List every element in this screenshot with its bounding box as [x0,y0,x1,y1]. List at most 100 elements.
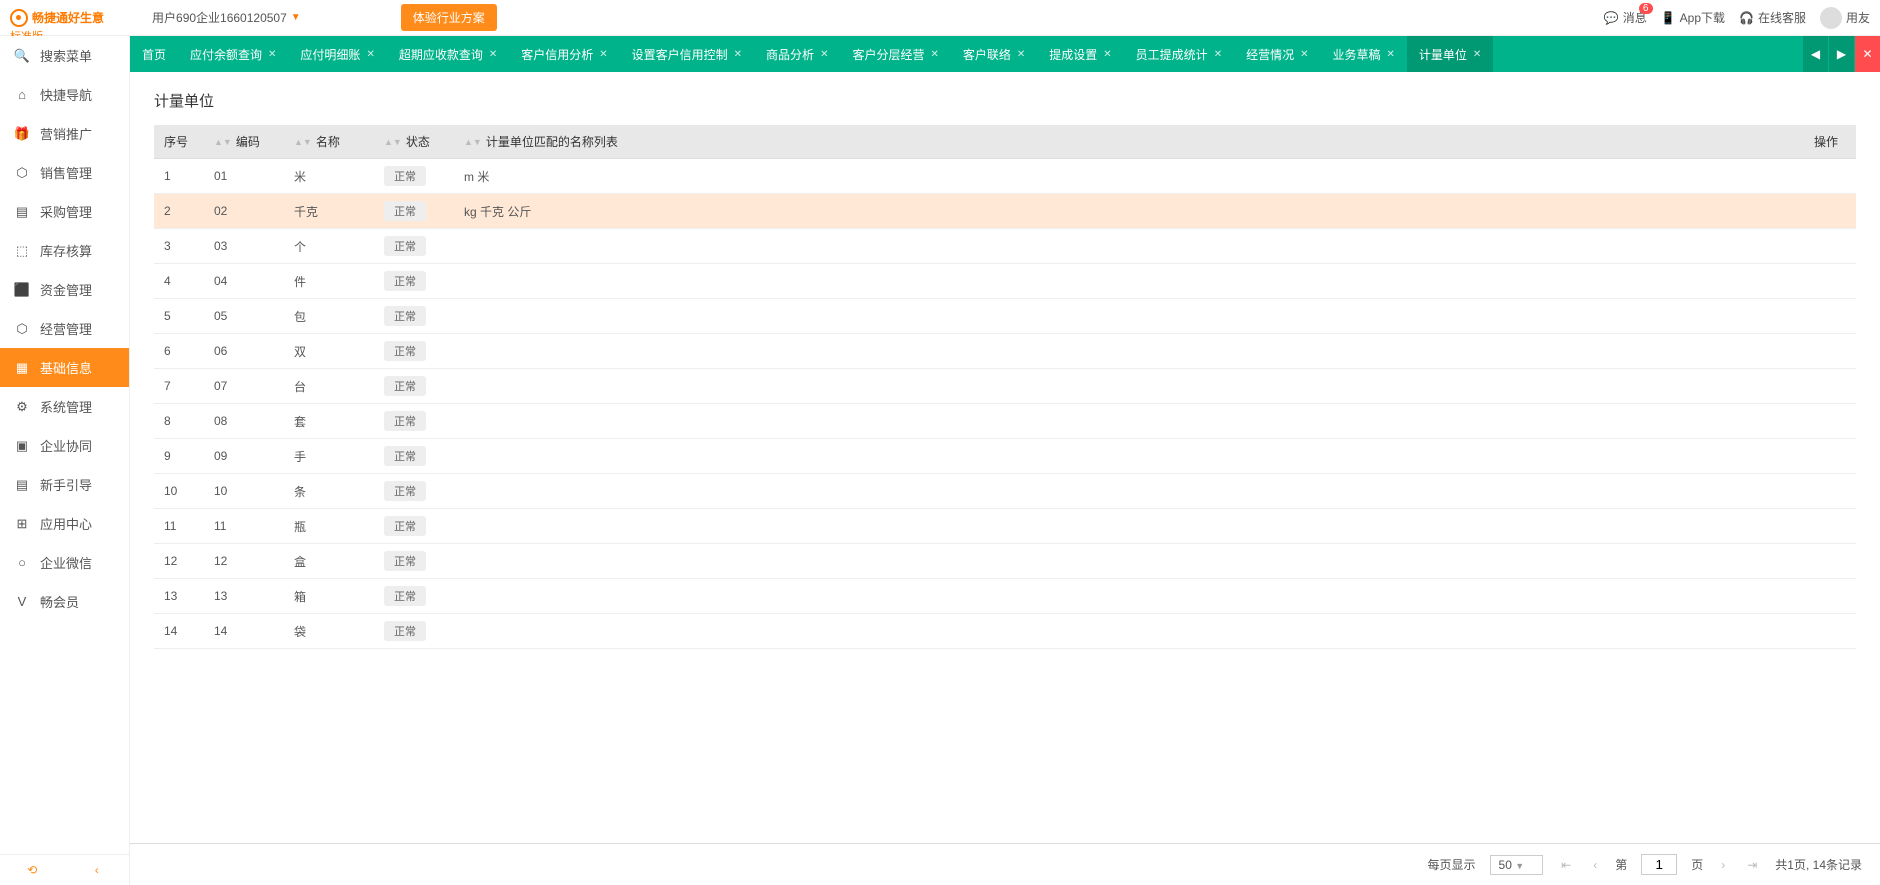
cell-seq: 10 [154,474,204,509]
close-icon[interactable]: ✕ [1387,49,1395,60]
tab[interactable]: 设置客户信用控制✕ [620,36,754,72]
close-icon[interactable]: ✕ [489,49,497,60]
cell-action[interactable] [1796,299,1856,334]
cell-action[interactable] [1796,509,1856,544]
sidebar-item-info[interactable]: ▦基础信息 [0,348,129,387]
table-row[interactable]: 8 08 套 正常 [154,404,1856,439]
col-name[interactable]: ▲▼名称 [284,125,374,159]
tab[interactable]: 首页 [130,36,178,72]
tab[interactable]: 客户联络✕ [951,36,1037,72]
close-icon[interactable]: ✕ [366,49,374,60]
message-link[interactable]: 💬 消息 6 [1604,9,1647,26]
close-icon[interactable]: ✕ [1017,49,1025,60]
table-row[interactable]: 9 09 手 正常 [154,439,1856,474]
cell-action[interactable] [1796,264,1856,299]
cell-action[interactable] [1796,439,1856,474]
sidebar-item-wallet[interactable]: ⬛资金管理 [0,270,129,309]
user-menu[interactable]: 用友 [1820,7,1870,29]
sidebar-item-cart[interactable]: ⬡销售管理 [0,153,129,192]
table-row[interactable]: 6 06 双 正常 [154,334,1856,369]
cell-action[interactable] [1796,579,1856,614]
close-icon[interactable]: ✕ [1103,49,1111,60]
sidebar-item-doc[interactable]: ▤采购管理 [0,192,129,231]
table-row[interactable]: 10 10 条 正常 [154,474,1856,509]
sidebar-item-gift[interactable]: 🎁营销推广 [0,114,129,153]
cell-action[interactable] [1796,159,1856,194]
sidebar-footer-right[interactable]: ‹ [65,855,130,885]
cell-action[interactable] [1796,194,1856,229]
close-icon[interactable]: ✕ [599,49,607,60]
sidebar-item-search[interactable]: 🔍搜索菜单 [0,36,129,75]
sidebar-item-vip[interactable]: V畅会员 [0,582,129,621]
sidebar-item-team[interactable]: ▣企业协同 [0,426,129,465]
table-row[interactable]: 14 14 袋 正常 [154,614,1856,649]
table-row[interactable]: 11 11 瓶 正常 [154,509,1856,544]
unit-table: 序号 ▲▼编码 ▲▼名称 ▲▼状态 ▲▼计量单位匹配的名称列表 操作 1 01 … [154,125,1856,649]
table-row[interactable]: 13 13 箱 正常 [154,579,1856,614]
col-status[interactable]: ▲▼状态 [374,125,454,159]
sidebar-item-apps[interactable]: ⊞应用中心 [0,504,129,543]
pager-first[interactable]: ⇤ [1557,858,1575,872]
tab[interactable]: 商品分析✕ [754,36,840,72]
tab-close-all[interactable]: ✕ [1854,36,1880,72]
tab[interactable]: 员工提成统计✕ [1124,36,1234,72]
table-row[interactable]: 1 01 米 正常 m 米 [154,159,1856,194]
sidebar-item-label: 搜索菜单 [40,46,92,65]
tab[interactable]: 客户信用分析✕ [509,36,619,72]
support-link[interactable]: 🎧 在线客服 [1739,9,1806,26]
sidebar-item-gear[interactable]: ⚙系统管理 [0,387,129,426]
tab[interactable]: 计量单位✕ [1407,36,1493,72]
cell-status: 正常 [374,544,454,579]
sidebar-item-box[interactable]: ⬚库存核算 [0,231,129,270]
table-row[interactable]: 3 03 个 正常 [154,229,1856,264]
tab[interactable]: 客户分层经营✕ [840,36,950,72]
table-row[interactable]: 2 02 千克 正常 kg 千克 公斤 [154,194,1856,229]
close-icon[interactable]: ✕ [930,49,938,60]
close-icon[interactable]: ✕ [268,49,276,60]
cell-action[interactable] [1796,614,1856,649]
sidebar-item-home[interactable]: ⌂快捷导航 [0,75,129,114]
table-row[interactable]: 5 05 包 正常 [154,299,1856,334]
tab-label: 经营情况 [1246,46,1294,63]
page-input[interactable] [1641,854,1677,875]
pager-next[interactable]: › [1717,858,1729,872]
tab[interactable]: 应付明细账✕ [288,36,386,72]
tab[interactable]: 经营情况 ✕ [1234,36,1320,72]
cell-action[interactable] [1796,544,1856,579]
solution-button[interactable]: 体验行业方案 [401,4,497,31]
table-row[interactable]: 7 07 台 正常 [154,369,1856,404]
download-link[interactable]: 📱 App下载 [1661,9,1725,26]
tab[interactable]: 应付余额查询✕ [178,36,288,72]
logo[interactable]: 畅捷通好生意 [10,9,104,27]
sidebar-footer-left[interactable]: ⟲ [0,855,65,885]
pager-last[interactable]: ⇥ [1743,858,1761,872]
sidebar-item-chart[interactable]: ⬡经营管理 [0,309,129,348]
table-row[interactable]: 4 04 件 正常 [154,264,1856,299]
cell-action[interactable] [1796,369,1856,404]
sidebar-item-wechat[interactable]: ○企业微信 [0,543,129,582]
col-match[interactable]: ▲▼计量单位匹配的名称列表 [454,125,1796,159]
cell-action[interactable] [1796,334,1856,369]
tab[interactable]: 超期应收款查询✕ [387,36,509,72]
per-page-select[interactable]: 50 ▼ [1490,855,1544,875]
cell-action[interactable] [1796,404,1856,439]
company-select[interactable]: 用户690企业1660120507 ▼ [152,9,301,26]
close-icon[interactable]: ✕ [820,49,828,60]
pager-prev[interactable]: ‹ [1589,858,1601,872]
close-icon[interactable]: ✕ [734,49,742,60]
tab-scroll-left[interactable]: ◀ [1802,36,1828,72]
tab[interactable]: 提成设置✕ [1037,36,1123,72]
cell-status: 正常 [374,369,454,404]
tab[interactable]: 业务草稿✕ [1320,36,1406,72]
sidebar-item-guide[interactable]: ▤新手引导 [0,465,129,504]
close-icon[interactable]: ✕ [1473,49,1481,60]
tab-scroll-right[interactable]: ▶ [1828,36,1854,72]
cell-action[interactable] [1796,229,1856,264]
table-row[interactable]: 12 12 盒 正常 [154,544,1856,579]
status-badge: 正常 [384,551,426,571]
col-seq[interactable]: 序号 [154,125,204,159]
close-icon[interactable]: ✕ [1214,49,1222,60]
close-icon[interactable]: ✕ [1300,49,1308,60]
cell-action[interactable] [1796,474,1856,509]
col-code[interactable]: ▲▼编码 [204,125,284,159]
